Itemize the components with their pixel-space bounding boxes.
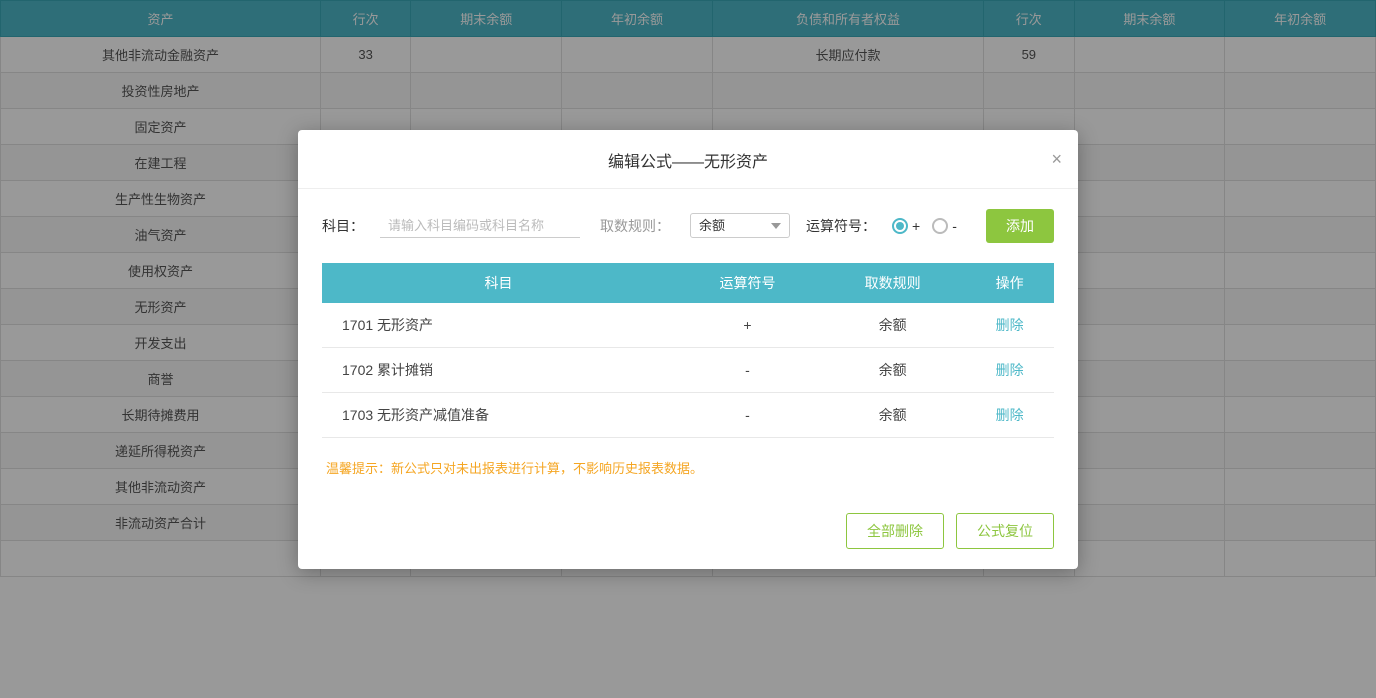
delete-row-button[interactable]: 删除 (996, 407, 1024, 423)
formula-row: 1701 无形资产+余额 删除 (322, 303, 1054, 348)
edit-formula-modal: 编辑公式——无形资产 × 科目： 取数规则： 余额借方发生额贷方发生额借方累计贷… (298, 130, 1078, 569)
formula-operator: + (675, 303, 820, 348)
formula-row: 1703 无形资产减值准备-余额 删除 (322, 392, 1054, 437)
rule-label: 取数规则： (600, 216, 670, 236)
operator-label: 运算符号： (806, 216, 876, 236)
col-action: 操作 (965, 263, 1054, 303)
modal-footer: 全部删除 公式复位 (298, 513, 1078, 569)
delete-all-button[interactable]: 全部删除 (846, 513, 944, 549)
modal-overlay: 编辑公式——无形资产 × 科目： 取数规则： 余额借方发生额贷方发生额借方累计贷… (0, 0, 1376, 698)
formula-row: 1702 累计摊销-余额 删除 (322, 347, 1054, 392)
formula-operator: - (675, 347, 820, 392)
col-subject: 科目 (322, 263, 675, 303)
formula-action: 删除 (965, 392, 1054, 437)
rule-select-wrapper: 余额借方发生额贷方发生额借方累计贷方累计 (690, 213, 790, 238)
modal-close-button[interactable]: × (1051, 150, 1062, 168)
delete-row-button[interactable]: 删除 (996, 362, 1024, 378)
operator-minus-option[interactable]: - (932, 218, 957, 234)
operator-minus-radio[interactable] (932, 218, 948, 234)
formula-rule: 余额 (820, 347, 965, 392)
formula-table: 科目 运算符号 取数规则 操作 1701 无形资产+余额删除1702 累计摊销-… (322, 263, 1054, 438)
hint-text: 温馨提示：新公式只对未出报表进行计算，不影响历史报表数据。 (322, 458, 1054, 477)
formula-action: 删除 (965, 303, 1054, 348)
operator-plus-label: + (912, 218, 920, 234)
formula-subject: 1702 累计摊销 (322, 347, 675, 392)
operator-plus-radio[interactable] (892, 218, 908, 234)
formula-subject: 1701 无形资产 (322, 303, 675, 348)
operator-minus-label: - (952, 218, 957, 234)
col-operator: 运算符号 (675, 263, 820, 303)
formula-rule: 余额 (820, 303, 965, 348)
col-rule: 取数规则 (820, 263, 965, 303)
subject-input[interactable] (380, 214, 580, 238)
formula-operator: - (675, 392, 820, 437)
formula-form-row: 科目： 取数规则： 余额借方发生额贷方发生额借方累计贷方累计 运算符号： + (322, 209, 1054, 243)
modal-title: 编辑公式——无形资产 (608, 154, 768, 171)
modal-body: 科目： 取数规则： 余额借方发生额贷方发生额借方累计贷方累计 运算符号： + (298, 189, 1078, 513)
formula-action: 删除 (965, 347, 1054, 392)
rule-select[interactable]: 余额借方发生额贷方发生额借方累计贷方累计 (690, 213, 790, 238)
modal-header: 编辑公式——无形资产 × (298, 130, 1078, 189)
operator-plus-option[interactable]: + (892, 218, 920, 234)
formula-rule: 余额 (820, 392, 965, 437)
formula-subject: 1703 无形资产减值准备 (322, 392, 675, 437)
add-button[interactable]: 添加 (986, 209, 1054, 243)
subject-label: 科目： (322, 216, 364, 236)
operator-group: + - (892, 218, 957, 234)
reset-formula-button[interactable]: 公式复位 (956, 513, 1054, 549)
delete-row-button[interactable]: 删除 (996, 317, 1024, 333)
